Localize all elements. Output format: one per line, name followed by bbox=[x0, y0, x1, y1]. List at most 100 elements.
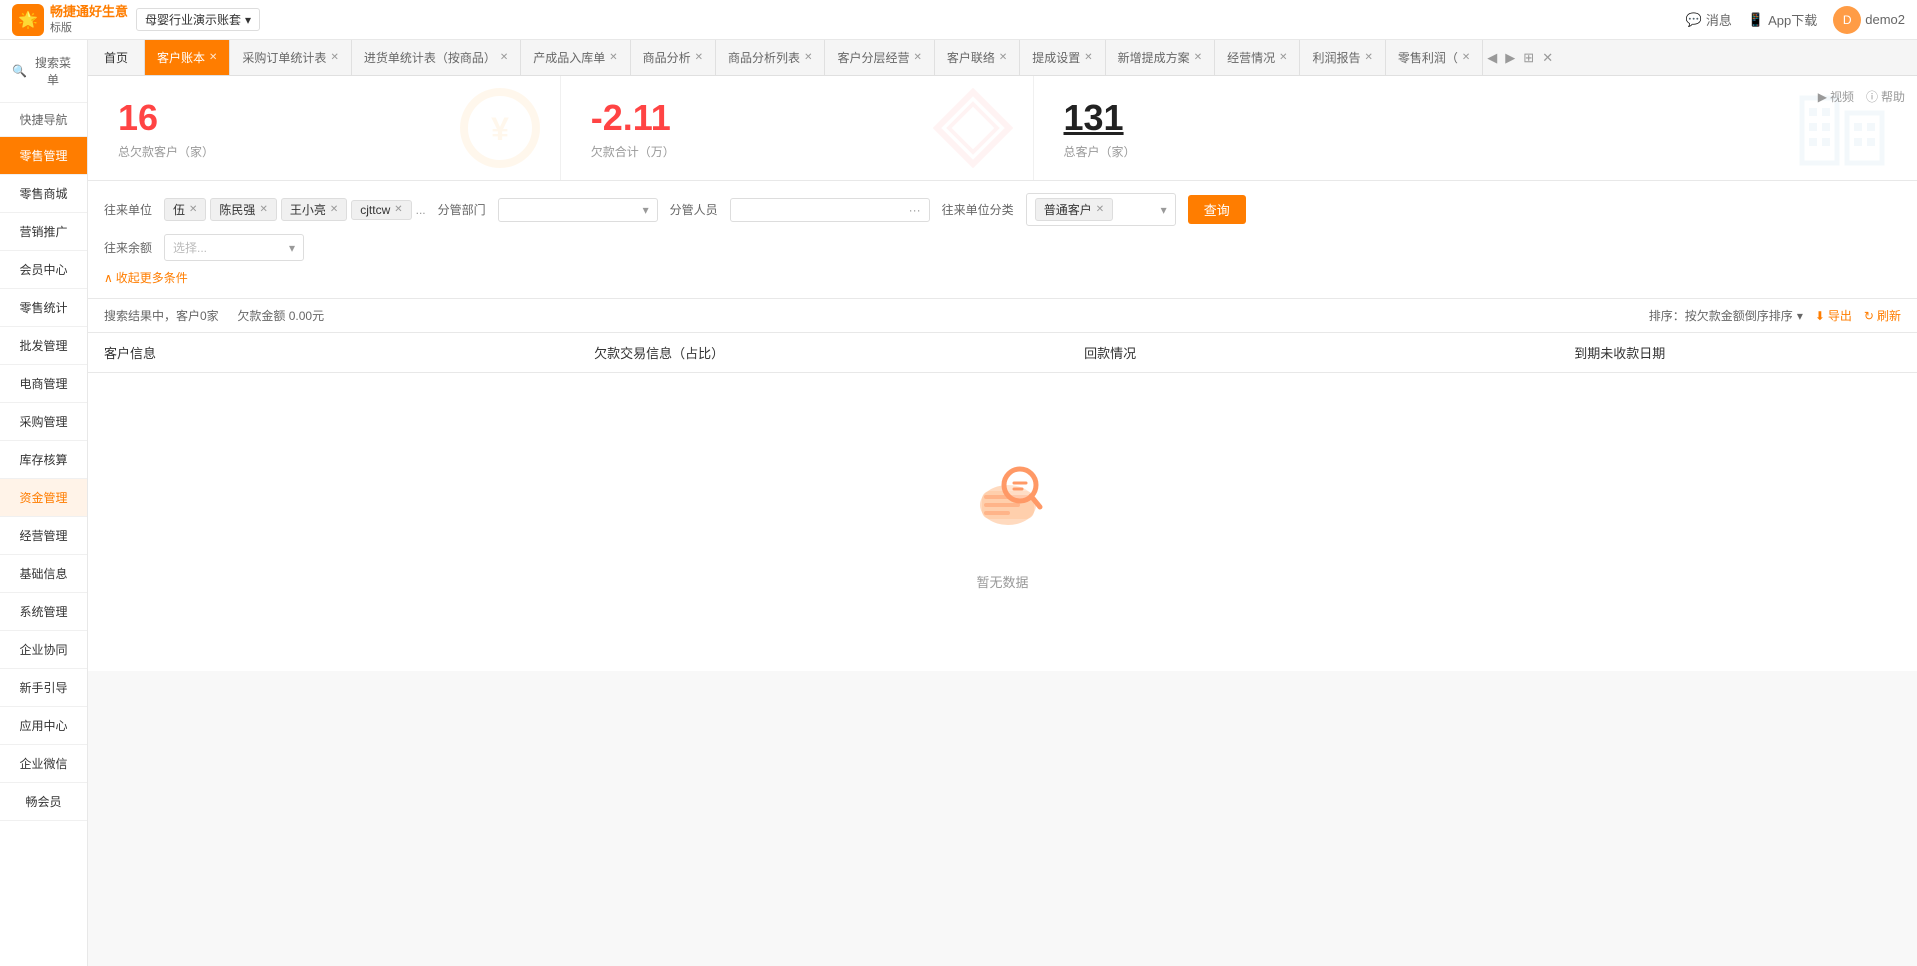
unit-tag-wu[interactable]: 伍 ✕ bbox=[164, 198, 206, 221]
sidebar-item-ecommerce-mgmt[interactable]: 电商管理 bbox=[0, 365, 87, 403]
tab-home[interactable]: 首页 bbox=[88, 40, 145, 76]
video-button[interactable]: ▶ 视频 bbox=[1818, 88, 1854, 105]
sidebar-item-inventory-check[interactable]: 库存核算 bbox=[0, 441, 87, 479]
filter-row-2: 往来余额 选择... ▾ bbox=[104, 234, 1901, 261]
remove-icon[interactable]: ✕ bbox=[394, 204, 402, 215]
sidebar-item-marketing[interactable]: 营销推广 bbox=[0, 213, 87, 251]
tab-purchase-order[interactable]: 采购订单统计表 ✕ bbox=[230, 40, 351, 76]
stat-debt-amount-label: 欠款合计（万） bbox=[591, 143, 675, 160]
tab-inbound-stats[interactable]: 进货单统计表（按商品） ✕ bbox=[352, 40, 521, 76]
sidebar-item-enterprise-wechat[interactable]: 企业微信 bbox=[0, 745, 87, 783]
stat-total-customers-value[interactable]: 131 bbox=[1064, 96, 1124, 139]
sidebar-item-purchase-mgmt[interactable]: 采购管理 bbox=[0, 403, 87, 441]
stat-card-debit-customers: ¥ 16 总欠款客户（家） bbox=[88, 76, 561, 180]
tab-close-icon[interactable]: ✕ bbox=[1462, 52, 1470, 63]
tab-retail-profit[interactable]: 零售利润（ ✕ bbox=[1386, 40, 1483, 76]
tab-customer-capital[interactable]: 客户账本 ✕ bbox=[145, 40, 230, 76]
logo-text: 畅捷通好生意 标版 bbox=[50, 4, 128, 36]
tab-close-icon[interactable]: ✕ bbox=[330, 52, 338, 63]
tab-close-icon[interactable]: ✕ bbox=[609, 52, 617, 63]
messages-button[interactable]: 💬 消息 bbox=[1686, 10, 1732, 29]
user-avatar[interactable]: D demo2 bbox=[1833, 6, 1905, 34]
remove-icon[interactable]: ✕ bbox=[330, 204, 338, 215]
tab-close-icon[interactable]: ✕ bbox=[209, 52, 217, 63]
tab-profit-report[interactable]: 利润报告 ✕ bbox=[1300, 40, 1385, 76]
tab-close-all-button[interactable]: ✕ bbox=[1538, 50, 1557, 66]
unit-tag-cjttcw[interactable]: cjttcw ✕ bbox=[351, 200, 411, 220]
balance-select[interactable]: 选择... ▾ bbox=[164, 234, 304, 261]
search-menu-button[interactable]: 🔍 搜索菜单 bbox=[8, 50, 79, 92]
help-button[interactable]: ⓘ 帮助 bbox=[1866, 88, 1905, 105]
sidebar-item-app-center[interactable]: 应用中心 bbox=[0, 707, 87, 745]
sidebar-item-operation-mgmt[interactable]: 经营管理 bbox=[0, 517, 87, 555]
refresh-button[interactable]: ↻ 刷新 bbox=[1864, 307, 1901, 324]
sidebar-item-enterprise-coop[interactable]: 企业协同 bbox=[0, 631, 87, 669]
sidebar-item-system-mgmt[interactable]: 系统管理 bbox=[0, 593, 87, 631]
tab-close-icon[interactable]: ✕ bbox=[1365, 52, 1373, 63]
help-icon: ⓘ bbox=[1866, 88, 1878, 105]
tab-close-icon[interactable]: ✕ bbox=[913, 52, 921, 63]
account-selector[interactable]: 母婴行业演示账套 ▾ bbox=[136, 8, 260, 31]
avatar: D bbox=[1833, 6, 1861, 34]
unit-category-tag[interactable]: 普通客户 ✕ bbox=[1035, 198, 1113, 221]
main-layout: 🔍 搜索菜单 快捷导航 零售管理 零售商城 营销推广 会员中心 零售统计 批发管… bbox=[0, 40, 1917, 966]
play-icon: ▶ bbox=[1818, 90, 1827, 104]
search-button[interactable]: 查询 bbox=[1188, 195, 1246, 224]
sidebar-item-wholesale-mgmt[interactable]: 批发管理 bbox=[0, 327, 87, 365]
manager-select[interactable]: ··· bbox=[730, 198, 930, 222]
sort-button[interactable]: 排序：按欠款金额倒序排序 ▾ bbox=[1649, 307, 1803, 324]
department-select[interactable]: ▾ bbox=[498, 198, 658, 222]
unit-tag-chen[interactable]: 陈民强 ✕ bbox=[210, 198, 276, 221]
stat-debit-customers-label: 总欠款客户（家） bbox=[118, 143, 214, 160]
tab-close-icon[interactable]: ✕ bbox=[1279, 52, 1287, 63]
results-actions: 排序：按欠款金额倒序排序 ▾ ⬇ 导出 ↻ 刷新 bbox=[1649, 307, 1901, 324]
sidebar-item-capital-mgmt[interactable]: 资金管理 bbox=[0, 479, 87, 517]
sidebar-item-vip-member[interactable]: 畅会员 bbox=[0, 783, 87, 821]
remove-icon[interactable]: ✕ bbox=[259, 204, 267, 215]
top-bar-right: 💬 消息 📱 App下载 D demo2 bbox=[1686, 6, 1905, 34]
tab-product-analysis-list[interactable]: 商品分析列表 ✕ bbox=[716, 40, 825, 76]
col-header-overdue-date: 到期未收款日期 bbox=[1574, 343, 1901, 362]
export-button[interactable]: ⬇ 导出 bbox=[1815, 307, 1852, 324]
tab-customer-tier[interactable]: 客户分层经营 ✕ bbox=[825, 40, 934, 76]
remove-icon[interactable]: ✕ bbox=[189, 204, 197, 215]
tab-close-icon[interactable]: ✕ bbox=[1084, 52, 1092, 63]
tab-next-button[interactable]: ▶ bbox=[1501, 50, 1519, 66]
tab-new-raise-plan[interactable]: 新增提成方案 ✕ bbox=[1106, 40, 1215, 76]
sidebar-item-basic-info[interactable]: 基础信息 bbox=[0, 555, 87, 593]
tab-close-icon[interactable]: ✕ bbox=[500, 52, 508, 63]
balance-label: 往来余额 bbox=[104, 239, 152, 256]
sidebar-item-retail-stats[interactable]: 零售统计 bbox=[0, 289, 87, 327]
top-bar-left: 🌟 畅捷通好生意 标版 母婴行业演示账套 ▾ bbox=[12, 4, 260, 36]
tab-prev-button[interactable]: ◀ bbox=[1483, 50, 1501, 66]
more-tags-button[interactable]: ... bbox=[416, 203, 426, 217]
tab-close-icon[interactable]: ✕ bbox=[804, 52, 812, 63]
collapse-button[interactable]: ∧ 收起更多条件 bbox=[104, 269, 1901, 286]
tab-raise-settings[interactable]: 提成设置 ✕ bbox=[1020, 40, 1105, 76]
chevron-up-icon: ∧ bbox=[104, 271, 113, 285]
tab-product-analysis[interactable]: 商品分析 ✕ bbox=[631, 40, 716, 76]
app-download-button[interactable]: 📱 App下载 bbox=[1748, 10, 1817, 29]
remove-icon[interactable]: ✕ bbox=[1096, 204, 1104, 215]
stat-actions: ▶ 视频 ⓘ 帮助 bbox=[1818, 88, 1905, 105]
sidebar-item-retail-mall[interactable]: 零售商城 bbox=[0, 175, 87, 213]
unit-tag-wang[interactable]: 王小亮 ✕ bbox=[281, 198, 347, 221]
quick-nav-button[interactable]: 快捷导航 bbox=[0, 103, 87, 137]
tab-close-icon[interactable]: ✕ bbox=[695, 52, 703, 63]
tab-customer-contact[interactable]: 客户联络 ✕ bbox=[935, 40, 1020, 76]
sidebar-item-membership[interactable]: 会员中心 bbox=[0, 251, 87, 289]
empty-state-label: 暂无数据 bbox=[976, 572, 1028, 591]
refresh-icon: ↻ bbox=[1864, 309, 1874, 323]
results-info: 搜索结果中，客户0家 欠款金额 0.00元 bbox=[104, 307, 324, 324]
chevron-down-icon: ▾ bbox=[245, 13, 251, 27]
unit-category-select[interactable]: 普通客户 ✕ ▾ bbox=[1026, 193, 1176, 226]
sidebar-item-new-guide[interactable]: 新手引导 bbox=[0, 669, 87, 707]
tab-product-inbound[interactable]: 产成品入库单 ✕ bbox=[521, 40, 630, 76]
stat-bg-yuan-icon: ¥ bbox=[460, 88, 540, 168]
tab-close-icon[interactable]: ✕ bbox=[1194, 52, 1202, 63]
table-header: 客户信息 欠款交易信息（占比） 回款情况 到期未收款日期 bbox=[88, 333, 1917, 373]
sidebar-item-retail-mgmt[interactable]: 零售管理 bbox=[0, 137, 87, 175]
tab-expand-button[interactable]: ⊞ bbox=[1519, 50, 1538, 66]
tab-close-icon[interactable]: ✕ bbox=[999, 52, 1007, 63]
tab-operation-status[interactable]: 经营情况 ✕ bbox=[1215, 40, 1300, 76]
